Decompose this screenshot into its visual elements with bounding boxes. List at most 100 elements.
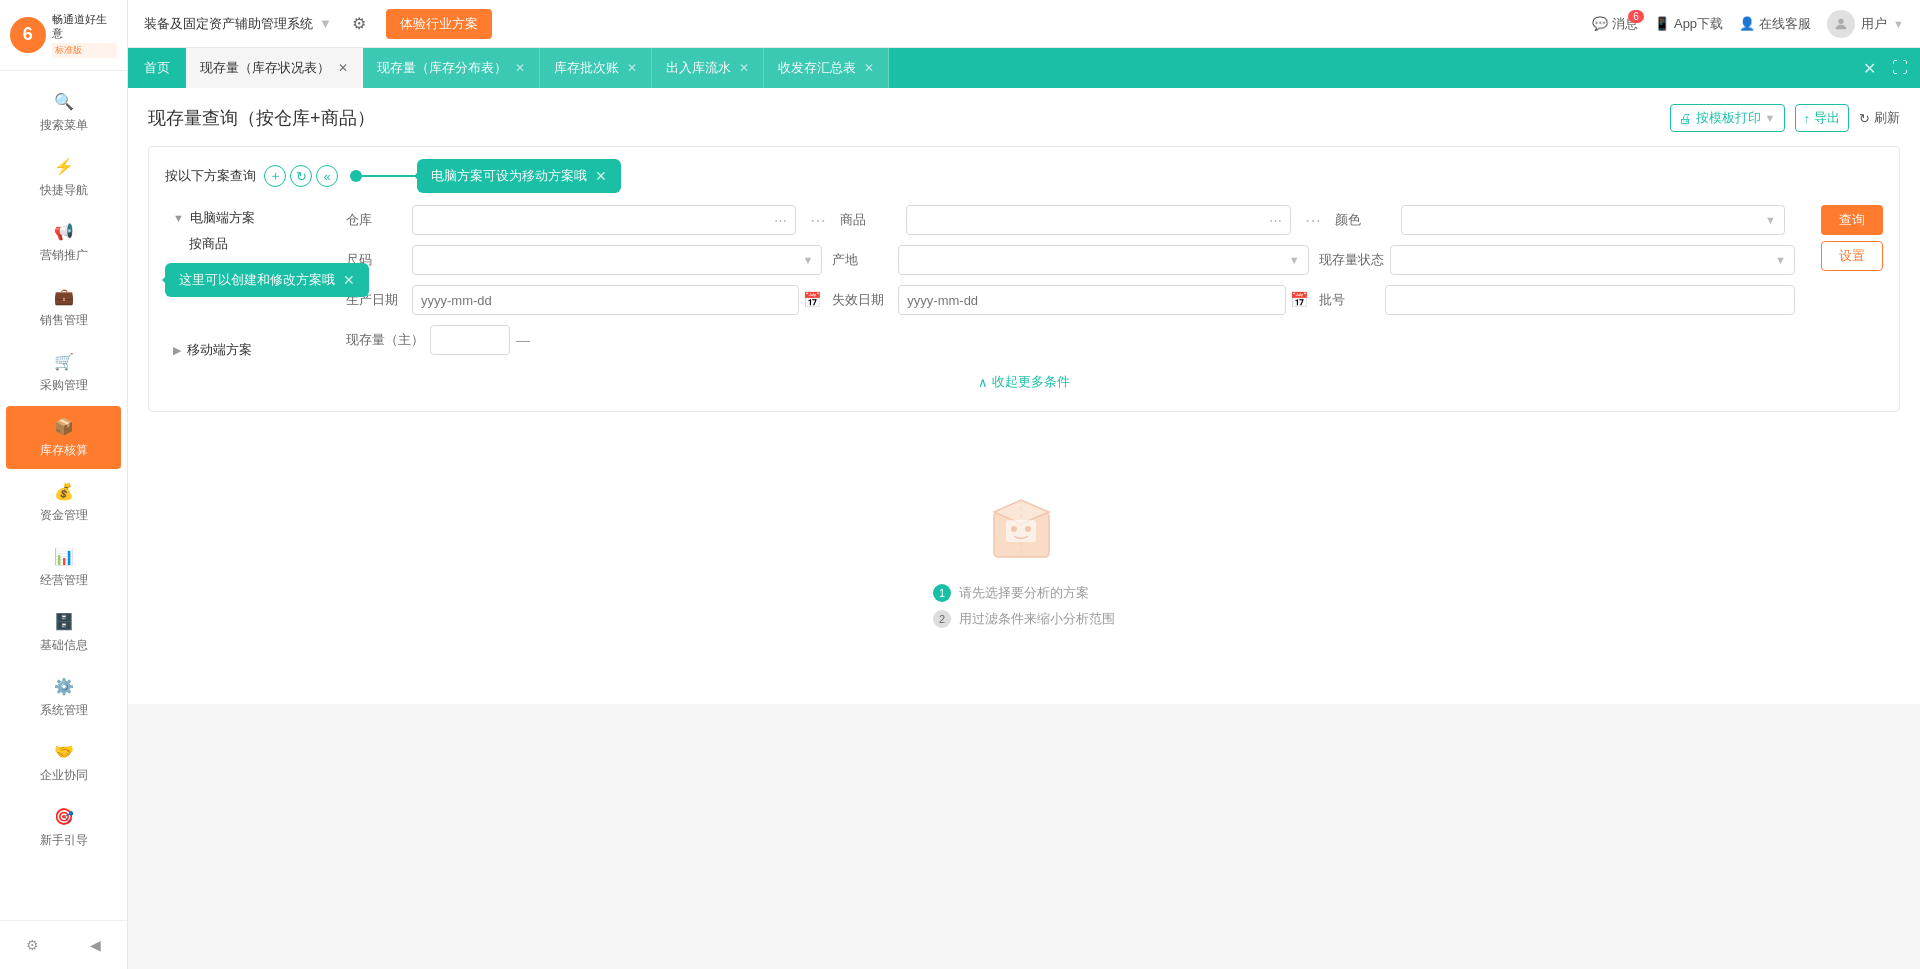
sidebar-item-basic-info[interactable]: 🗄️ 基础信息 [6, 601, 121, 664]
tab-batch-account[interactable]: 库存批次账 ✕ [540, 48, 652, 88]
stock-qty-min[interactable] [430, 325, 510, 355]
connector-dot [350, 170, 362, 182]
close-tab-btn[interactable]: ✕ [1859, 55, 1880, 82]
reset-btn[interactable]: 设置 [1821, 241, 1883, 271]
sidebar-item-guide[interactable]: 🎯 新手引导 [6, 796, 121, 859]
refresh-btn[interactable]: ↻ 刷新 [1859, 109, 1900, 127]
search-icon: 🔍 [53, 91, 75, 113]
tab-close-receive-send[interactable]: ✕ [864, 61, 874, 75]
sales-icon: 💼 [53, 286, 75, 308]
hint-item-1: 1 请先选择要分析的方案 [933, 584, 1115, 602]
sidebar-item-system[interactable]: ⚙️ 系统管理 [6, 666, 121, 729]
expand-icon: ▼ [173, 212, 184, 224]
sidebar-item-cooperation[interactable]: 🤝 企业协同 [6, 731, 121, 794]
filter-header: 按以下方案查询 ＋ ↻ « 电脑方案可设为移动方案哦 ✕ [165, 159, 1883, 193]
sidebar-item-marketing[interactable]: 📢 营销推广 [6, 211, 121, 274]
empty-hints: 1 请先选择要分析的方案 2 用过滤条件来缩小分析范围 [933, 584, 1115, 628]
produce-date-field: 生产日期 📅 [346, 285, 822, 315]
produce-date-start-icon[interactable]: 📅 [803, 291, 822, 309]
filter-row-2: 尺码 ▼ 产地 ▼ [346, 245, 1795, 275]
sidebar-bottom: ⚙ ◀ [0, 920, 127, 969]
scheme-tooltip-close[interactable]: ✕ [595, 168, 607, 184]
message-badge: 6 [1628, 10, 1644, 23]
topbar-settings-btn[interactable]: ⚙ [344, 9, 374, 39]
main-area: 装备及固定资产辅助管理系统 ▼ ⚙ 体验行业方案 💬 消息 6 📱 App下载 … [128, 0, 1920, 969]
app-download-btn[interactable]: 📱 App下载 [1654, 15, 1723, 33]
user-avatar [1827, 10, 1855, 38]
scheme-group-mobile[interactable]: ▶ 移动端方案 [165, 337, 330, 363]
sidebar-item-search[interactable]: 🔍 搜索菜单 [6, 81, 121, 144]
back-scheme-btn[interactable]: « [316, 165, 338, 187]
purchase-icon: 🛒 [53, 351, 75, 373]
template-print-btn[interactable]: 🖨 按模板打印 ▼ [1670, 104, 1785, 132]
logo-icon: 6 [10, 17, 46, 53]
maximize-tab-btn[interactable]: ⛶ [1888, 55, 1912, 81]
sidebar-nav: 🔍 搜索菜单 ⚡ 快捷导航 📢 营销推广 💼 销售管理 🛒 采购管理 📦 库存核… [0, 71, 127, 920]
warehouse-more-btn[interactable]: ⋯ [806, 211, 830, 230]
tab-in-out-flow[interactable]: 出入库流水 ✕ [652, 48, 764, 88]
sidebar-item-purchase[interactable]: 🛒 采购管理 [6, 341, 121, 404]
expire-date-start[interactable] [898, 285, 1285, 315]
origin-select[interactable]: ▼ [898, 245, 1308, 275]
basic-info-icon: 🗄️ [53, 611, 75, 633]
stock-status-select[interactable]: ▼ [1390, 245, 1795, 275]
batch-field: 批号 [1319, 285, 1795, 315]
system-title: 装备及固定资产辅助管理系统 ▼ [144, 15, 332, 33]
cooperation-icon: 🤝 [53, 741, 75, 763]
tab-receive-send[interactable]: 收发存汇总表 ✕ [764, 48, 889, 88]
trial-btn[interactable]: 体验行业方案 [386, 9, 492, 39]
refresh-scheme-btn[interactable]: ↻ [290, 165, 312, 187]
page-header: 现存量查询（按仓库+商品） 🖨 按模板打印 ▼ ↑ 导出 ↻ 刷新 [148, 104, 1900, 132]
sidebar-item-inventory[interactable]: 📦 库存核算 [6, 406, 121, 469]
expire-date-start-icon[interactable]: 📅 [1290, 291, 1309, 309]
tab-home[interactable]: 首页 [128, 48, 186, 88]
topbar: 装备及固定资产辅助管理系统 ▼ ⚙ 体验行业方案 💬 消息 6 📱 App下载 … [128, 0, 1920, 48]
user-btn[interactable]: 用户 ▼ [1827, 10, 1904, 38]
system-icon: ⚙️ [53, 676, 75, 698]
warehouse-field: 仓库 ⋯ [346, 205, 796, 235]
collapse-icon: ∧ [978, 375, 988, 390]
filter-label: 按以下方案查询 [165, 167, 256, 185]
size-select[interactable]: ▼ [412, 245, 822, 275]
sidebar-item-quick-nav[interactable]: ⚡ 快捷导航 [6, 146, 121, 209]
scheme-group-pc[interactable]: ▼ 电脑端方案 [165, 205, 330, 231]
produce-date-start[interactable] [412, 285, 799, 315]
create-tooltip: 这里可以创建和修改方案哦 ✕ [165, 263, 369, 297]
sidebar-item-operations[interactable]: 📊 经营管理 [6, 536, 121, 599]
filter-row-3: 生产日期 📅 失效日期 � [346, 285, 1795, 315]
tab-close-inventory-status[interactable]: ✕ [338, 61, 348, 75]
tab-close-inventory-dist[interactable]: ✕ [515, 61, 525, 75]
batch-input[interactable] [1385, 285, 1795, 315]
sidebar-item-sales[interactable]: 💼 销售管理 [6, 276, 121, 339]
sidebar-item-finance[interactable]: 💰 资金管理 [6, 471, 121, 534]
filter-body: ▼ 电脑端方案 按商品 这里可以创建和修改方案哦 ✕ [165, 205, 1883, 365]
warehouse-select[interactable]: ⋯ [412, 205, 796, 235]
color-field: 颜色 ▼ [1335, 205, 1785, 235]
search-btn[interactable]: 查询 [1821, 205, 1883, 235]
collapse-bar[interactable]: ∧ 收起更多条件 [165, 365, 1883, 399]
tab-close-in-out-flow[interactable]: ✕ [739, 61, 749, 75]
expand-mobile-icon: ▶ [173, 344, 181, 357]
collapse-sidebar-btn[interactable]: ◀ [84, 931, 107, 959]
goods-select[interactable]: ⋯ [906, 205, 1290, 235]
tab-inventory-dist[interactable]: 现存量（库存分布表） ✕ [363, 48, 540, 88]
create-tooltip-area: 这里可以创建和修改方案哦 ✕ [165, 263, 369, 297]
add-scheme-btn[interactable]: ＋ [264, 165, 286, 187]
hint-item-2: 2 用过滤条件来缩小分析范围 [933, 610, 1115, 628]
create-tooltip-close[interactable]: ✕ [343, 272, 355, 288]
stock-status-arrow: ▼ [1775, 254, 1786, 266]
tabbar-actions: ✕ ⛶ [1859, 55, 1920, 82]
tab-inventory-status[interactable]: 现存量（库存状况表） ✕ [186, 48, 363, 88]
online-service-btn[interactable]: 👤 在线客服 [1739, 15, 1811, 33]
goods-more-btn[interactable]: ⋯ [1301, 211, 1325, 230]
logo-text: 畅通道好生意 [52, 12, 117, 41]
messages-btn[interactable]: 💬 消息 6 [1592, 15, 1638, 33]
scheme-item-goods[interactable]: 按商品 [165, 231, 330, 257]
tab-close-batch-account[interactable]: ✕ [627, 61, 637, 75]
color-select[interactable]: ▼ [1401, 205, 1785, 235]
sidebar-item-label: 搜索菜单 [40, 117, 88, 134]
stock-status-field: 现存量状态 ▼ [1319, 245, 1795, 275]
settings-bottom-btn[interactable]: ⚙ [20, 931, 45, 959]
export-icon: ↑ [1804, 111, 1811, 126]
export-btn[interactable]: ↑ 导出 [1795, 104, 1850, 132]
